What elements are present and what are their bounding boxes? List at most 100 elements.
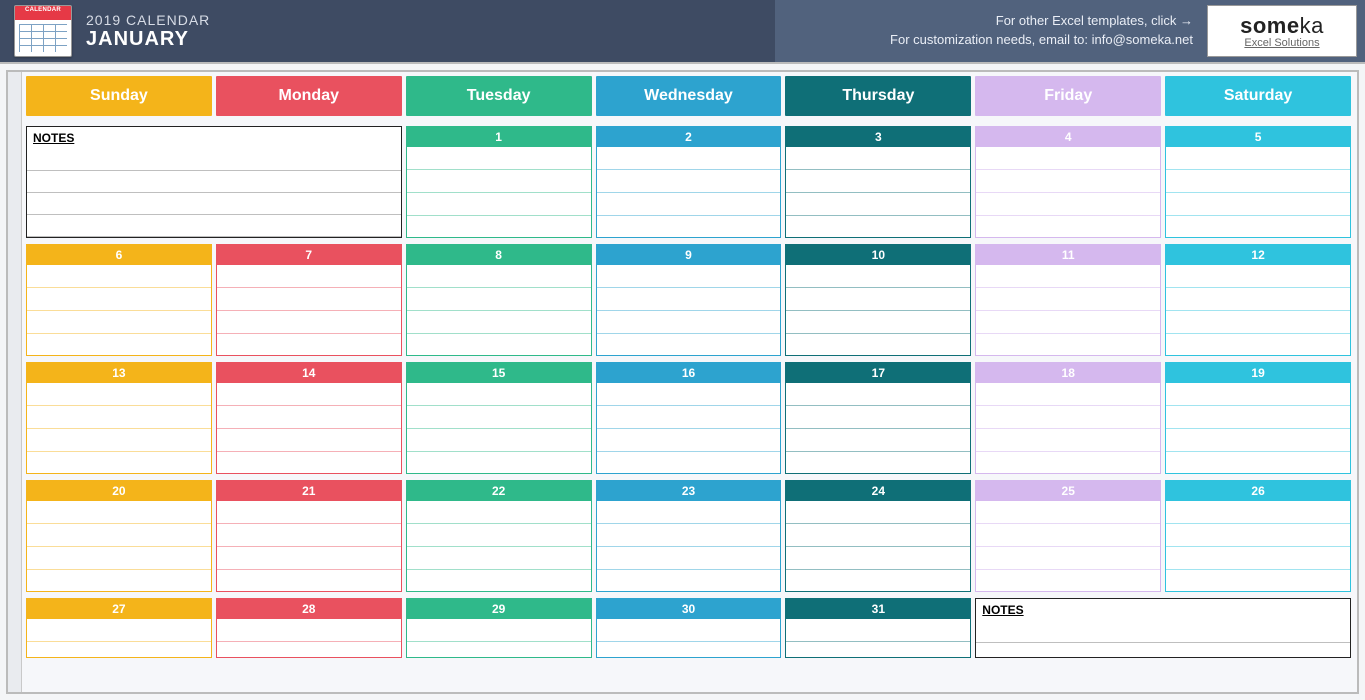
day-2[interactable]: 2: [596, 126, 782, 238]
day-number: 1: [407, 127, 591, 147]
templates-link[interactable]: For other Excel templates, click →: [890, 12, 1193, 31]
day-6[interactable]: 6: [26, 244, 212, 356]
day-11[interactable]: 11: [975, 244, 1161, 356]
day-number: 25: [976, 481, 1160, 501]
day-body[interactable]: [217, 383, 401, 473]
day-number: 10: [786, 245, 970, 265]
day-30[interactable]: 30: [596, 598, 782, 658]
weekday-tuesday: Tuesday: [406, 76, 592, 116]
day-body[interactable]: [407, 147, 591, 237]
day-15[interactable]: 15: [406, 362, 592, 474]
someka-logo[interactable]: someka Excel Solutions: [1207, 5, 1357, 57]
day-19[interactable]: 19: [1165, 362, 1351, 474]
weekday-wednesday: Wednesday: [596, 76, 782, 116]
day-body[interactable]: [1166, 501, 1350, 591]
day-number: 27: [27, 599, 211, 619]
day-number: 3: [786, 127, 970, 147]
day-number: 24: [786, 481, 970, 501]
day-body[interactable]: [597, 383, 781, 473]
day-body[interactable]: [976, 501, 1160, 591]
spreadsheet-area: SundayMondayTuesdayWednesdayThursdayFrid…: [6, 70, 1359, 694]
day-23[interactable]: 23: [596, 480, 782, 592]
day-31[interactable]: 31: [785, 598, 971, 658]
weekday-sunday: Sunday: [26, 76, 212, 116]
day-10[interactable]: 10: [785, 244, 971, 356]
day-14[interactable]: 14: [216, 362, 402, 474]
day-body[interactable]: [407, 265, 591, 355]
day-20[interactable]: 20: [26, 480, 212, 592]
day-body[interactable]: [1166, 265, 1350, 355]
day-number: 9: [597, 245, 781, 265]
day-22[interactable]: 22: [406, 480, 592, 592]
day-12[interactable]: 12: [1165, 244, 1351, 356]
notes-block[interactable]: NOTES: [975, 598, 1351, 658]
day-body[interactable]: [407, 619, 591, 657]
day-number: 4: [976, 127, 1160, 147]
day-body[interactable]: [976, 147, 1160, 237]
day-body[interactable]: [1166, 383, 1350, 473]
day-body[interactable]: [976, 383, 1160, 473]
left-ruler: [8, 72, 22, 692]
notes-block[interactable]: NOTES: [26, 126, 402, 238]
day-28[interactable]: 28: [216, 598, 402, 658]
logo-rest: ka: [1300, 13, 1324, 38]
day-body[interactable]: [597, 619, 781, 657]
day-4[interactable]: 4: [975, 126, 1161, 238]
day-number: 22: [407, 481, 591, 501]
day-number: 20: [27, 481, 211, 501]
day-body[interactable]: [597, 265, 781, 355]
day-body[interactable]: [27, 383, 211, 473]
notes-lines[interactable]: [27, 149, 401, 237]
day-body[interactable]: [217, 501, 401, 591]
weekday-saturday: Saturday: [1165, 76, 1351, 116]
day-body[interactable]: [407, 383, 591, 473]
day-number: 30: [597, 599, 781, 619]
customization-email[interactable]: For customization needs, email to: info@…: [890, 31, 1193, 50]
header-right: For other Excel templates, click → For c…: [775, 0, 1365, 62]
day-body[interactable]: [217, 265, 401, 355]
day-13[interactable]: 13: [26, 362, 212, 474]
day-24[interactable]: 24: [785, 480, 971, 592]
day-number: 19: [1166, 363, 1350, 383]
day-body[interactable]: [786, 265, 970, 355]
day-5[interactable]: 5: [1165, 126, 1351, 238]
day-body[interactable]: [407, 501, 591, 591]
day-number: 18: [976, 363, 1160, 383]
logo-subtitle: Excel Solutions: [1244, 37, 1319, 49]
header-left: 2019 CALENDAR JANUARY: [0, 0, 775, 62]
day-body[interactable]: [27, 265, 211, 355]
day-body[interactable]: [597, 147, 781, 237]
day-9[interactable]: 9: [596, 244, 782, 356]
day-7[interactable]: 7: [216, 244, 402, 356]
day-21[interactable]: 21: [216, 480, 402, 592]
day-body[interactable]: [27, 501, 211, 591]
day-16[interactable]: 16: [596, 362, 782, 474]
weekday-thursday: Thursday: [785, 76, 971, 116]
weekday-monday: Monday: [216, 76, 402, 116]
header-titles: 2019 CALENDAR JANUARY: [86, 12, 210, 51]
day-8[interactable]: 8: [406, 244, 592, 356]
notes-lines[interactable]: [976, 621, 1350, 657]
day-3[interactable]: 3: [785, 126, 971, 238]
day-29[interactable]: 29: [406, 598, 592, 658]
day-number: 16: [597, 363, 781, 383]
day-body[interactable]: [1166, 147, 1350, 237]
day-number: 13: [27, 363, 211, 383]
day-17[interactable]: 17: [785, 362, 971, 474]
day-body[interactable]: [976, 265, 1160, 355]
day-body[interactable]: [786, 501, 970, 591]
day-26[interactable]: 26: [1165, 480, 1351, 592]
day-body[interactable]: [597, 501, 781, 591]
day-body[interactable]: [786, 147, 970, 237]
day-number: 11: [976, 245, 1160, 265]
day-body[interactable]: [217, 619, 401, 657]
day-27[interactable]: 27: [26, 598, 212, 658]
day-body[interactable]: [786, 383, 970, 473]
calendar-month-title: JANUARY: [86, 28, 210, 51]
day-body[interactable]: [786, 619, 970, 657]
day-18[interactable]: 18: [975, 362, 1161, 474]
day-body[interactable]: [27, 619, 211, 657]
day-25[interactable]: 25: [975, 480, 1161, 592]
day-1[interactable]: 1: [406, 126, 592, 238]
day-number: 15: [407, 363, 591, 383]
